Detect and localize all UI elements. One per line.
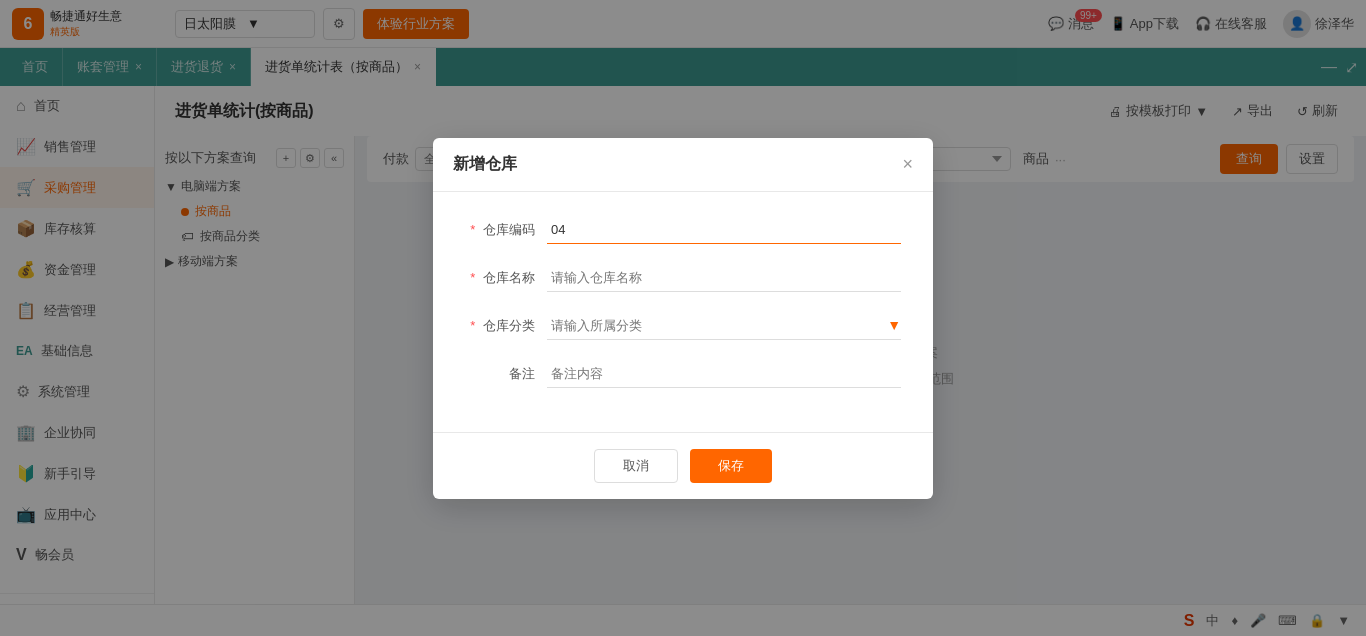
modal-overlay[interactable]: 新增仓库 × * 仓库编码 * 仓库名称 [0,0,1366,636]
warehouse-category-row: * 仓库分类 ▼ [465,312,901,340]
modal-close-button[interactable]: × [902,154,913,175]
category-dropdown-icon[interactable]: ▼ [887,317,901,333]
save-button[interactable]: 保存 [690,449,772,483]
modal-title: 新增仓库 [453,154,517,175]
warehouse-code-row: * 仓库编码 [465,216,901,244]
add-warehouse-modal: 新增仓库 × * 仓库编码 * 仓库名称 [433,138,933,499]
modal-footer: 取消 保存 [433,432,933,499]
warehouse-name-label: * 仓库名称 [465,269,535,287]
warehouse-category-select-row: ▼ [547,312,901,340]
warehouse-code-label: * 仓库编码 [465,221,535,239]
modal-body: * 仓库编码 * 仓库名称 * 仓库分类 [433,192,933,432]
warehouse-category-input[interactable] [547,312,887,339]
required-mark: * [470,222,475,237]
remark-row: 备注 [465,360,901,388]
required-mark-2: * [470,270,475,285]
required-mark-3: * [470,318,475,333]
remark-input[interactable] [547,360,901,388]
remark-label: 备注 [465,365,535,383]
warehouse-code-input[interactable] [547,216,901,244]
cancel-button[interactable]: 取消 [594,449,678,483]
modal-header: 新增仓库 × [433,138,933,192]
warehouse-category-label: * 仓库分类 [465,317,535,335]
warehouse-name-input[interactable] [547,264,901,292]
warehouse-name-row: * 仓库名称 [465,264,901,292]
